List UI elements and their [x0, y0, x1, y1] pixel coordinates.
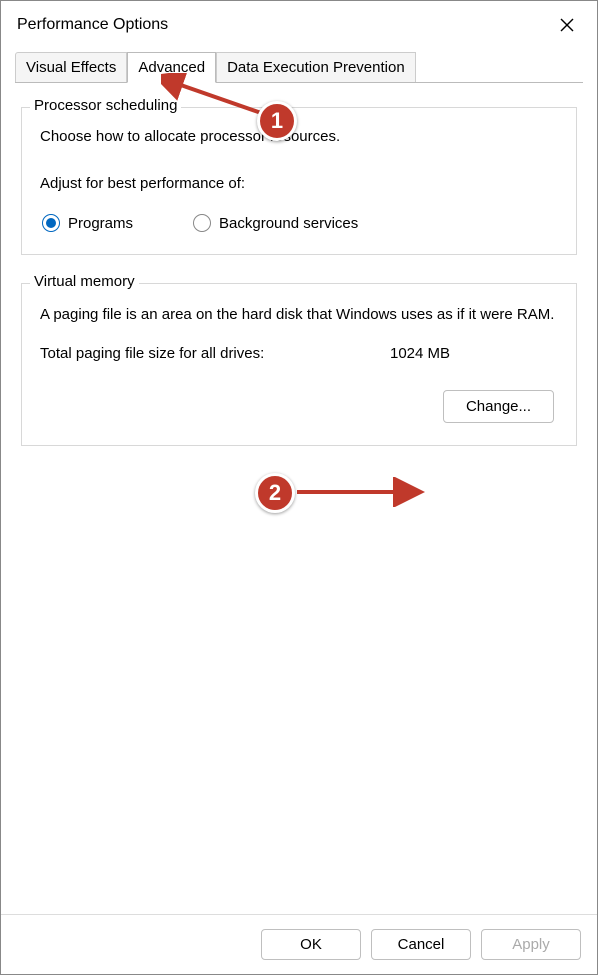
processor-scheduling-legend: Processor scheduling — [30, 97, 181, 114]
paging-file-size-label: Total paging file size for all drives: — [40, 345, 390, 362]
paging-file-size-value: 1024 MB — [390, 345, 450, 362]
radio-background-label: Background services — [219, 215, 358, 232]
virtual-memory-description: A paging file is an area on the hard dis… — [40, 304, 558, 325]
adjust-performance-label: Adjust for best performance of: — [40, 175, 558, 192]
annotation-arrow-2-icon — [291, 477, 431, 507]
radio-programs-label: Programs — [68, 215, 133, 232]
tab-content-advanced: Processor scheduling Choose how to alloc… — [15, 82, 583, 446]
annotation-callout-1: 1 — [257, 101, 297, 141]
annotation-callout-2: 2 — [255, 473, 295, 513]
radio-background-services[interactable]: Background services — [193, 214, 358, 232]
apply-button[interactable]: Apply — [481, 929, 581, 960]
close-icon — [560, 18, 574, 32]
radio-icon — [42, 214, 60, 232]
ok-button[interactable]: OK — [261, 929, 361, 960]
virtual-memory-group: Virtual memory A paging file is an area … — [21, 283, 577, 446]
processor-scheduling-group: Processor scheduling Choose how to alloc… — [21, 107, 577, 255]
radio-icon — [193, 214, 211, 232]
cancel-button[interactable]: Cancel — [371, 929, 471, 960]
processor-scheduling-description: Choose how to allocate processor resourc… — [40, 128, 558, 145]
close-button[interactable] — [549, 11, 585, 39]
window-title: Performance Options — [17, 16, 168, 34]
change-button[interactable]: Change... — [443, 390, 554, 423]
radio-programs[interactable]: Programs — [42, 214, 133, 232]
tab-visual-effects[interactable]: Visual Effects — [15, 52, 127, 83]
tab-advanced[interactable]: Advanced — [127, 52, 216, 83]
virtual-memory-legend: Virtual memory — [30, 273, 139, 290]
tab-data-execution-prevention[interactable]: Data Execution Prevention — [216, 52, 416, 83]
dialog-footer: OK Cancel Apply — [1, 914, 597, 974]
tabs: Visual Effects Advanced Data Execution P… — [1, 51, 597, 82]
